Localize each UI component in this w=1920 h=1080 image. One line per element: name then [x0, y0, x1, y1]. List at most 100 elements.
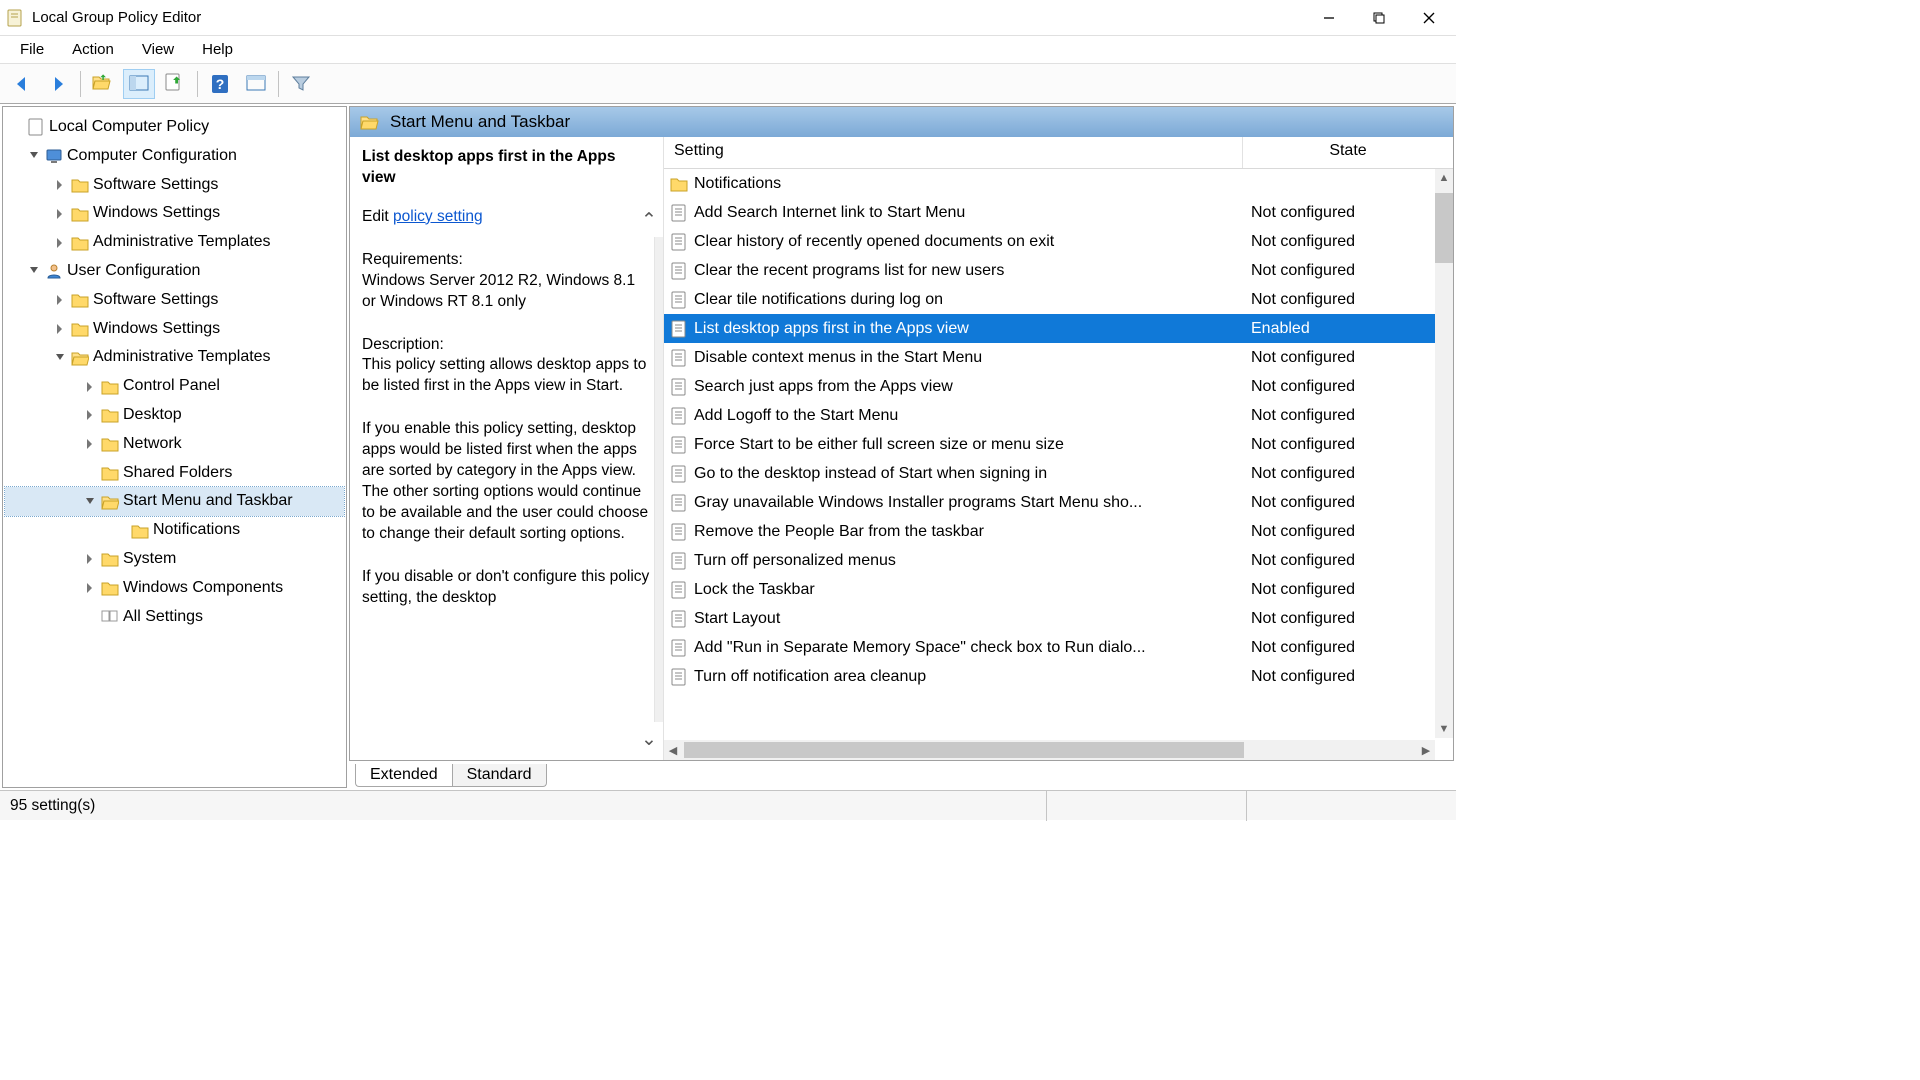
help-button[interactable]: ? — [204, 69, 236, 99]
caret-open-icon[interactable] — [83, 495, 97, 509]
tree-cc-software[interactable]: Software Settings — [5, 171, 344, 200]
list-row[interactable]: Add Search Internet link to Start MenuNo… — [664, 198, 1453, 227]
caret-closed-icon[interactable] — [83, 437, 97, 451]
scroll-down-icon[interactable]: ▼ — [1435, 720, 1453, 738]
tree-system[interactable]: System — [5, 545, 344, 574]
maximize-button[interactable] — [1354, 0, 1404, 36]
caret-closed-icon[interactable] — [53, 236, 67, 250]
list-row[interactable]: Disable context menus in the Start MenuN… — [664, 343, 1453, 372]
list-row[interactable]: Turn off notification area cleanupNot co… — [664, 662, 1453, 691]
list-row[interactable]: Add "Run in Separate Memory Space" check… — [664, 633, 1453, 662]
tree-control-panel[interactable]: Control Panel — [5, 372, 344, 401]
tab-standard[interactable]: Standard — [452, 764, 547, 787]
menu-view[interactable]: View — [128, 38, 188, 61]
tree-all-settings[interactable]: All Settings — [5, 603, 344, 632]
forward-button[interactable] — [42, 69, 74, 99]
filter-button[interactable] — [285, 69, 317, 99]
tree-label: All Settings — [123, 603, 203, 632]
tree-network[interactable]: Network — [5, 430, 344, 459]
up-button[interactable] — [87, 69, 119, 99]
list-row[interactable]: Force Start to be either full screen siz… — [664, 430, 1453, 459]
caret-closed-icon[interactable] — [53, 207, 67, 221]
setting-state: Not configured — [1243, 407, 1453, 425]
policy-icon — [670, 349, 688, 367]
properties-button[interactable] — [240, 69, 272, 99]
list-row[interactable]: Turn off personalized menusNot configure… — [664, 546, 1453, 575]
client-area: Local Computer Policy Computer Configura… — [0, 104, 1456, 790]
list-row[interactable]: List desktop apps first in the Apps view… — [664, 314, 1453, 343]
close-button[interactable] — [1404, 0, 1454, 36]
folder-open-icon — [71, 349, 89, 367]
caret-open-icon[interactable] — [27, 264, 41, 278]
list-row[interactable]: Clear tile notifications during log onNo… — [664, 285, 1453, 314]
tree-uc-windows[interactable]: Windows Settings — [5, 315, 344, 344]
tree-start-menu[interactable]: Start Menu and Taskbar — [5, 487, 344, 516]
menu-file[interactable]: File — [6, 38, 58, 61]
user-icon — [45, 262, 63, 280]
tree-label: Computer Configuration — [67, 142, 237, 171]
list-row[interactable]: Clear history of recently opened documen… — [664, 227, 1453, 256]
menu-action[interactable]: Action — [58, 38, 128, 61]
menu-help[interactable]: Help — [188, 38, 247, 61]
policy-icon — [670, 407, 688, 425]
scroll-thumb[interactable] — [684, 742, 1244, 758]
tree-cc-windows[interactable]: Windows Settings — [5, 199, 344, 228]
caret-closed-icon[interactable] — [83, 380, 97, 394]
description-pane: List desktop apps first in the Apps view… — [350, 137, 664, 760]
navigation-tree[interactable]: Local Computer Policy Computer Configura… — [2, 106, 347, 788]
list-row[interactable]: Notifications — [664, 169, 1453, 198]
policy-setting-link[interactable]: policy setting — [393, 208, 483, 225]
minimize-button[interactable] — [1304, 0, 1354, 36]
scroll-right-icon[interactable]: ▶ — [1417, 740, 1435, 760]
scroll-left-icon[interactable]: ◀ — [664, 740, 682, 760]
toolbar: ? — [0, 64, 1456, 104]
column-setting[interactable]: Setting — [664, 137, 1243, 168]
caret-open-icon[interactable] — [27, 149, 41, 163]
status-cell — [1046, 791, 1246, 821]
tree-cc-admin[interactable]: Administrative Templates — [5, 228, 344, 257]
caret-closed-icon[interactable] — [53, 322, 67, 336]
desc-scrollbar[interactable] — [654, 237, 664, 722]
tree-notifications[interactable]: Notifications — [5, 516, 344, 545]
caret-closed-icon[interactable] — [53, 178, 67, 192]
vertical-scrollbar[interactable]: ▲ ▼ — [1435, 169, 1453, 738]
tree-label: Software Settings — [93, 171, 218, 200]
caret-closed-icon[interactable] — [83, 408, 97, 422]
scroll-up-button[interactable]: ⌃ — [639, 211, 659, 231]
caret-closed-icon[interactable] — [83, 581, 97, 595]
horizontal-scrollbar[interactable]: ◀ ▶ — [664, 740, 1435, 760]
caret-open-icon[interactable] — [53, 351, 67, 365]
caret-closed-icon[interactable] — [83, 552, 97, 566]
app-icon — [6, 9, 24, 27]
description-text-1: This policy setting allows desktop apps … — [362, 355, 651, 397]
show-hide-tree-button[interactable] — [123, 69, 155, 99]
tree-desktop[interactable]: Desktop — [5, 401, 344, 430]
tree-shared-folders[interactable]: Shared Folders — [5, 459, 344, 488]
list-row[interactable]: Lock the TaskbarNot configured — [664, 575, 1453, 604]
list-row[interactable]: Remove the People Bar from the taskbarNo… — [664, 517, 1453, 546]
setting-name: Disable context menus in the Start Menu — [694, 349, 982, 367]
tree-uc-admin[interactable]: Administrative Templates — [5, 343, 344, 372]
export-button[interactable] — [159, 69, 191, 99]
list-row[interactable]: Go to the desktop instead of Start when … — [664, 459, 1453, 488]
column-state[interactable]: State — [1243, 137, 1453, 168]
tree-uc-software[interactable]: Software Settings — [5, 286, 344, 315]
list-row[interactable]: Start LayoutNot configured — [664, 604, 1453, 633]
tabs: Extended Standard — [349, 760, 1454, 788]
scroll-up-icon[interactable]: ▲ — [1435, 169, 1453, 187]
tree-computer-configuration[interactable]: Computer Configuration — [5, 142, 344, 171]
scroll-thumb[interactable] — [1435, 193, 1453, 263]
list-header: Setting State — [664, 137, 1453, 169]
tree-user-configuration[interactable]: User Configuration — [5, 257, 344, 286]
list-row[interactable]: Clear the recent programs list for new u… — [664, 256, 1453, 285]
policy-icon — [670, 320, 688, 338]
scroll-down-button[interactable]: ⌄ — [639, 730, 659, 750]
tree-root[interactable]: Local Computer Policy — [5, 113, 344, 142]
tab-extended[interactable]: Extended — [355, 764, 452, 787]
caret-closed-icon[interactable] — [53, 293, 67, 307]
list-row[interactable]: Gray unavailable Windows Installer progr… — [664, 488, 1453, 517]
tree-windows-components[interactable]: Windows Components — [5, 574, 344, 603]
back-button[interactable] — [6, 69, 38, 99]
list-row[interactable]: Add Logoff to the Start MenuNot configur… — [664, 401, 1453, 430]
list-row[interactable]: Search just apps from the Apps viewNot c… — [664, 372, 1453, 401]
